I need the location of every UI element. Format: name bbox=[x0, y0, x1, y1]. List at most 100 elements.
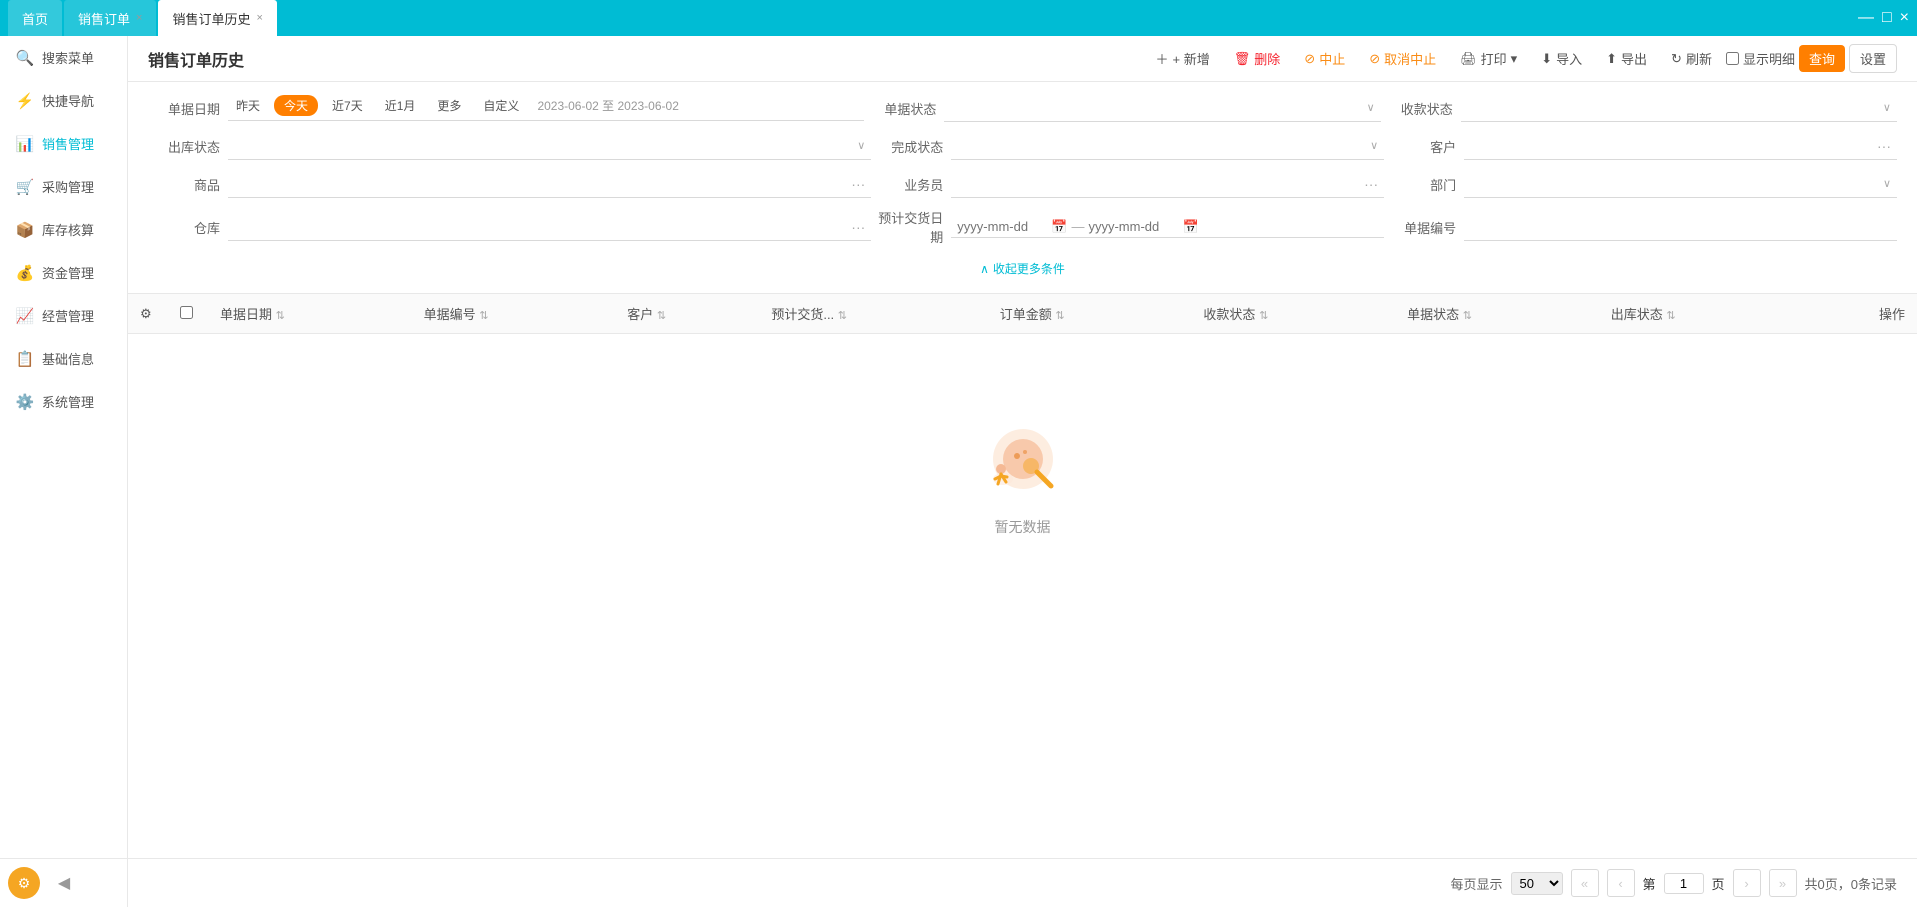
stop-button[interactable]: ⊘ 中止 bbox=[1294, 45, 1355, 72]
cancel-stop-button[interactable]: ⊘ 取消中止 bbox=[1359, 45, 1446, 72]
sidebar-item-system-mgmt[interactable]: ⚙️ 系统管理 bbox=[0, 380, 127, 423]
out-status-sort-icon[interactable]: ⇅ bbox=[1666, 310, 1675, 322]
sidebar-settings-btn[interactable]: ⚙ bbox=[8, 867, 40, 899]
quick-nav-icon: ⚡ bbox=[16, 92, 34, 110]
page-size-label: 每页显示 bbox=[1450, 874, 1502, 893]
refresh-button[interactable]: ↻ 刷新 bbox=[1661, 45, 1722, 72]
goods-ellipsis-icon[interactable]: ··· bbox=[851, 176, 865, 192]
empty-illustration bbox=[973, 414, 1073, 517]
warehouse-label: 仓库 bbox=[148, 218, 228, 237]
toolbar: ＋ + 新增 🗑 删除 ⊘ 中止 ⊘ 取消中止 🖨 打印 bbox=[1146, 44, 1897, 73]
expected-date-from[interactable] bbox=[957, 219, 1047, 234]
window-close[interactable]: × bbox=[1900, 9, 1909, 27]
sidebar-item-basic-info[interactable]: 📋 基础信息 bbox=[0, 337, 127, 380]
expected-date-to[interactable] bbox=[1088, 219, 1178, 234]
chevron-up-icon: ∧ bbox=[980, 262, 989, 276]
sales-person-field[interactable]: ··· bbox=[951, 170, 1384, 198]
collapse-bar[interactable]: ∧ 收起更多条件 bbox=[148, 256, 1897, 281]
export-button[interactable]: ⬆ 导出 bbox=[1596, 45, 1657, 72]
next-page-btn[interactable]: › bbox=[1733, 869, 1761, 897]
sidebar-item-operations[interactable]: 📈 经营管理 bbox=[0, 294, 127, 337]
page-unit: 页 bbox=[1712, 874, 1725, 893]
complete-status-field[interactable]: ∨ bbox=[951, 132, 1384, 160]
bill-status-field[interactable]: ∨ bbox=[944, 94, 1380, 122]
bill-no-field[interactable] bbox=[1464, 213, 1897, 241]
th-settings[interactable]: ⚙ bbox=[128, 294, 168, 334]
display-detail-checkbox[interactable] bbox=[1726, 52, 1739, 65]
tab-sales-order-close[interactable]: × bbox=[136, 12, 142, 24]
page-number-input[interactable] bbox=[1664, 873, 1704, 894]
delete-button[interactable]: 🗑 删除 bbox=[1224, 45, 1291, 72]
goods-label: 商品 bbox=[148, 175, 228, 194]
date-btn-today[interactable]: 今天 bbox=[274, 95, 318, 116]
empty-state: 暂无数据 bbox=[128, 334, 1917, 617]
query-button[interactable]: 查询 bbox=[1799, 45, 1845, 72]
new-icon: ＋ bbox=[1156, 49, 1169, 68]
page-word: 第 bbox=[1643, 874, 1656, 893]
sidebar: 🔍 搜索菜单 ⚡ 快捷导航 📊 销售管理 🛒 采购管理 📦 库存核算 💰 资金管… bbox=[0, 36, 128, 907]
filter-row-3: 商品 ··· 业务员 ··· 部门 ∨ bbox=[148, 170, 1897, 198]
department-field[interactable]: ∨ bbox=[1464, 170, 1897, 198]
date-btn-custom[interactable]: 自定义 bbox=[475, 95, 527, 116]
date-sort-icon[interactable]: ⇅ bbox=[276, 310, 285, 322]
refresh-icon: ↻ bbox=[1671, 51, 1682, 67]
sidebar-item-sales-mgmt[interactable]: 📊 销售管理 bbox=[0, 122, 127, 165]
th-checkbox[interactable] bbox=[168, 294, 208, 334]
order-amount-sort-icon[interactable]: ⇅ bbox=[1055, 310, 1064, 322]
sidebar-item-quick-nav[interactable]: ⚡ 快捷导航 bbox=[0, 79, 127, 122]
sidebar-item-search-menu[interactable]: 🔍 搜索菜单 bbox=[0, 36, 127, 79]
th-billno-label: 单据编号 bbox=[424, 307, 476, 322]
date-btn-more[interactable]: 更多 bbox=[429, 95, 469, 116]
bill-status-arrow-icon: ∨ bbox=[1367, 101, 1375, 114]
expected-date-sort-icon[interactable]: ⇅ bbox=[838, 310, 847, 322]
sidebar-collapse-btn[interactable]: ◀ bbox=[48, 867, 80, 899]
last-page-btn[interactable]: » bbox=[1769, 869, 1797, 897]
date-btn-1month[interactable]: 近1月 bbox=[377, 95, 424, 116]
display-detail-toggle[interactable]: 显示明细 bbox=[1726, 49, 1795, 68]
pay-status-field[interactable]: ∨ bbox=[1461, 94, 1897, 122]
refresh-label: 刷新 bbox=[1686, 49, 1712, 68]
out-status-label: 出库状态 bbox=[148, 137, 228, 156]
date-btn-yesterday[interactable]: 昨天 bbox=[228, 95, 268, 116]
out-status-arrow-icon: ∨ bbox=[857, 139, 865, 152]
customer-sort-icon[interactable]: ⇅ bbox=[657, 310, 666, 322]
warehouse-field[interactable]: ··· bbox=[228, 213, 871, 241]
warehouse-ellipsis-icon[interactable]: ··· bbox=[851, 219, 865, 235]
first-page-btn[interactable]: « bbox=[1571, 869, 1599, 897]
tab-sales-order-label: 销售订单 bbox=[78, 9, 130, 28]
customer-field[interactable]: ··· bbox=[1464, 132, 1897, 160]
bill-status-sort-icon[interactable]: ⇅ bbox=[1463, 310, 1472, 322]
page-title: 销售订单历史 bbox=[148, 47, 244, 71]
calendar-from-icon[interactable]: 📅 bbox=[1051, 219, 1067, 235]
date-range-value: 2023-06-02 至 2023-06-02 bbox=[537, 97, 678, 114]
tab-sales-order-history[interactable]: 销售订单历史 × bbox=[158, 0, 276, 36]
import-button[interactable]: ⬇ 导入 bbox=[1531, 45, 1592, 72]
pay-status-sort-icon[interactable]: ⇅ bbox=[1259, 310, 1268, 322]
date-btn-7days[interactable]: 近7天 bbox=[324, 95, 371, 116]
tab-home[interactable]: 首页 bbox=[8, 0, 62, 36]
page-size-select[interactable]: 10 20 50 100 bbox=[1511, 872, 1563, 895]
goods-field[interactable]: ··· bbox=[228, 170, 871, 198]
window-maximize[interactable]: □ bbox=[1882, 9, 1892, 27]
th-pay-status: 收款状态 ⇅ bbox=[1191, 294, 1395, 334]
sidebar-item-finance[interactable]: 💰 资金管理 bbox=[0, 251, 127, 294]
sales-person-ellipsis-icon[interactable]: ··· bbox=[1364, 176, 1378, 192]
new-button[interactable]: ＋ + 新增 bbox=[1146, 45, 1220, 72]
prev-page-btn[interactable]: ‹ bbox=[1607, 869, 1635, 897]
out-status-field[interactable]: ∨ bbox=[228, 132, 871, 160]
print-arrow-icon: ▾ bbox=[1511, 51, 1518, 67]
settings-button[interactable]: 设置 bbox=[1849, 44, 1897, 73]
content-area: 销售订单历史 ＋ + 新增 🗑 删除 ⊘ 中止 ⊘ 取消中止 bbox=[128, 36, 1917, 907]
window-minimize[interactable]: — bbox=[1858, 9, 1874, 27]
billno-sort-icon[interactable]: ⇅ bbox=[479, 310, 488, 322]
select-all-checkbox[interactable] bbox=[180, 306, 193, 319]
tab-sales-order-history-close[interactable]: × bbox=[256, 12, 262, 24]
date-label: 单据日期 bbox=[148, 99, 228, 118]
sidebar-item-inventory[interactable]: 📦 库存核算 bbox=[0, 208, 127, 251]
print-button[interactable]: 🖨 打印 ▾ bbox=[1450, 45, 1527, 72]
calendar-to-icon[interactable]: 📅 bbox=[1182, 219, 1198, 235]
table-area: ⚙ 单据日期 ⇅ 单据编号 ⇅ 客户 ⇅ bbox=[128, 294, 1917, 858]
customer-ellipsis-icon[interactable]: ··· bbox=[1877, 138, 1891, 154]
sidebar-item-purchase-mgmt[interactable]: 🛒 采购管理 bbox=[0, 165, 127, 208]
tab-sales-order[interactable]: 销售订单 × bbox=[64, 0, 156, 36]
